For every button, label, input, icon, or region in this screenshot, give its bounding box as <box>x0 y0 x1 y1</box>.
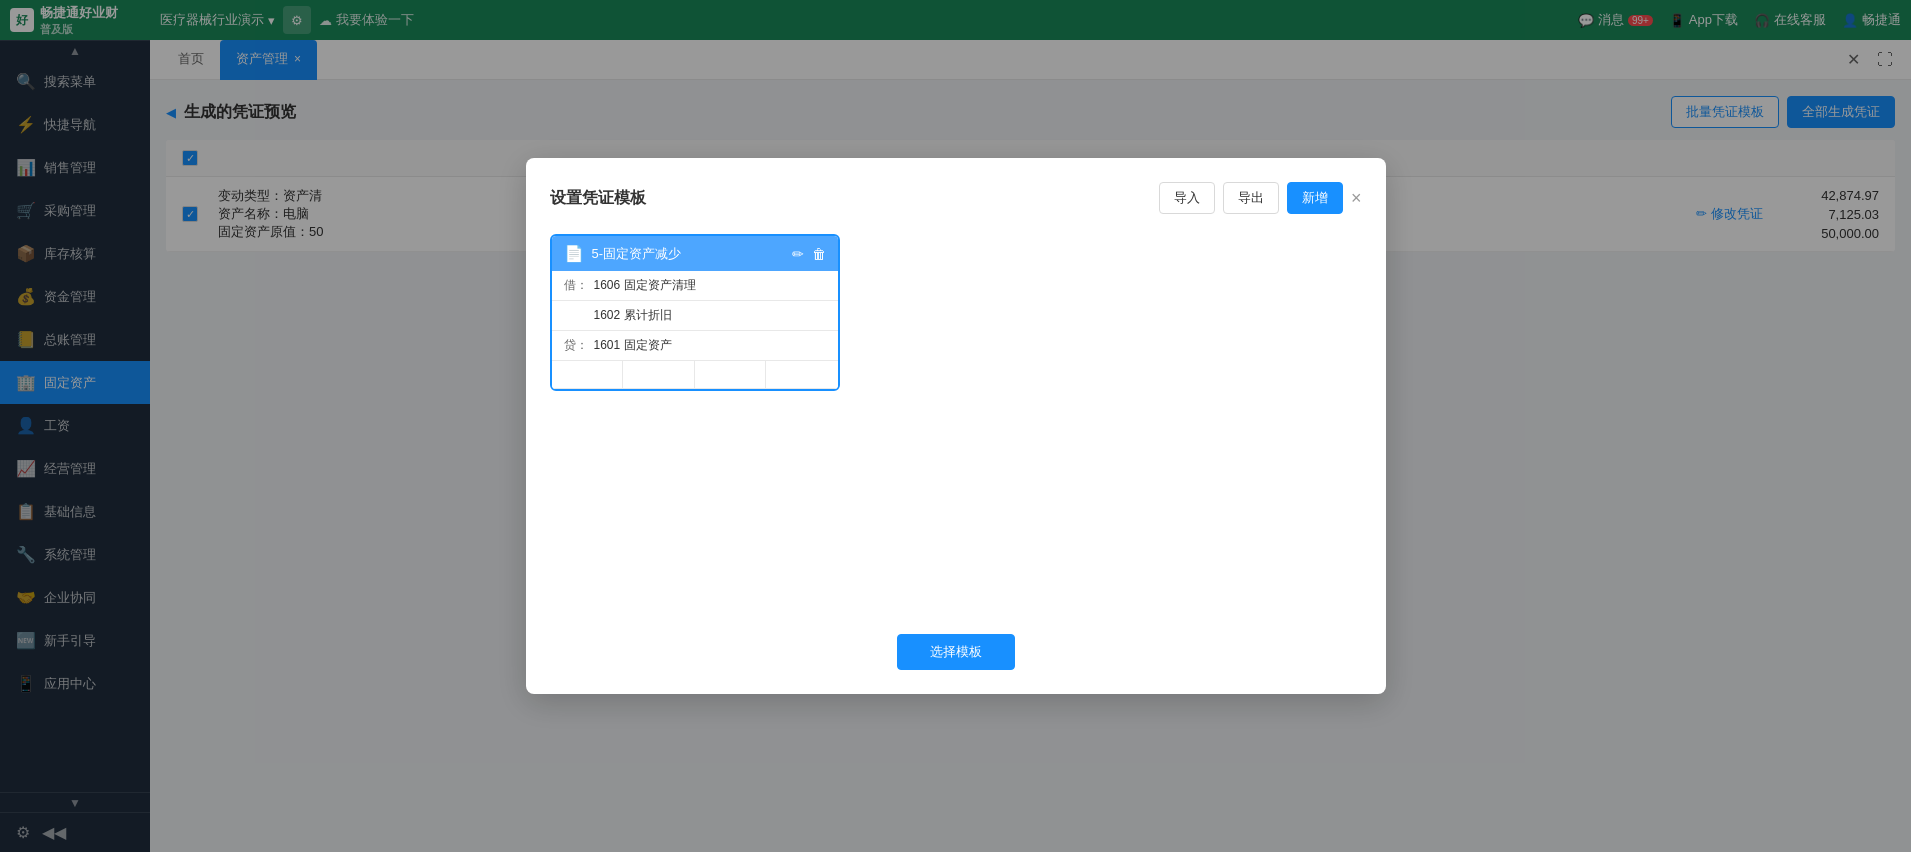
template-row-3-direction: 贷： <box>564 337 594 354</box>
template-card: 📄 5-固定资产减少 ✏ 🗑 借： 1606 固定资产清理 1602 累计 <box>550 234 840 391</box>
modal-footer: 选择模板 <box>550 634 1362 670</box>
template-row-1-direction: 借： <box>564 277 594 294</box>
template-row-2: 1602 累计折旧 <box>552 301 838 331</box>
empty-cell-1 <box>552 361 624 388</box>
new-button[interactable]: 新增 <box>1287 182 1343 214</box>
modal-actions: 导入 导出 新增 <box>1159 182 1343 214</box>
template-row-1: 借： 1606 固定资产清理 <box>552 271 838 301</box>
modal-body: 📄 5-固定资产减少 ✏ 🗑 借： 1606 固定资产清理 1602 累计 <box>550 234 1362 614</box>
template-doc-icon: 📄 <box>564 244 584 263</box>
template-card-actions: ✏ 🗑 <box>792 246 826 262</box>
modal-close-button[interactable]: × <box>1351 188 1362 209</box>
import-button[interactable]: 导入 <box>1159 182 1215 214</box>
template-card-header: 📄 5-固定资产减少 ✏ 🗑 <box>552 236 838 271</box>
export-button[interactable]: 导出 <box>1223 182 1279 214</box>
empty-cell-4 <box>766 361 838 388</box>
template-edit-icon[interactable]: ✏ <box>792 246 804 262</box>
template-delete-icon[interactable]: 🗑 <box>812 246 826 262</box>
empty-cell-2 <box>623 361 695 388</box>
template-card-header-left: 📄 5-固定资产减少 <box>564 244 682 263</box>
modal-title: 设置凭证模板 <box>550 188 646 209</box>
voucher-template-modal: 设置凭证模板 导入 导出 新增 × 📄 5-固定资产减少 ✏ 🗑 <box>526 158 1386 694</box>
empty-cell-3 <box>695 361 767 388</box>
template-row-3-account: 1601 固定资产 <box>594 337 698 354</box>
template-empty-row <box>552 361 838 389</box>
template-row-1-account: 1606 固定资产清理 <box>594 277 698 294</box>
template-row-3: 贷： 1601 固定资产 <box>552 331 838 361</box>
template-row-2-account: 1602 累计折旧 <box>594 307 698 324</box>
modal-header: 设置凭证模板 导入 导出 新增 × <box>550 182 1362 214</box>
template-card-body: 借： 1606 固定资产清理 1602 累计折旧 贷： 1601 固定资产 <box>552 271 838 389</box>
template-name: 5-固定资产减少 <box>592 245 682 263</box>
select-template-button[interactable]: 选择模板 <box>897 634 1015 670</box>
